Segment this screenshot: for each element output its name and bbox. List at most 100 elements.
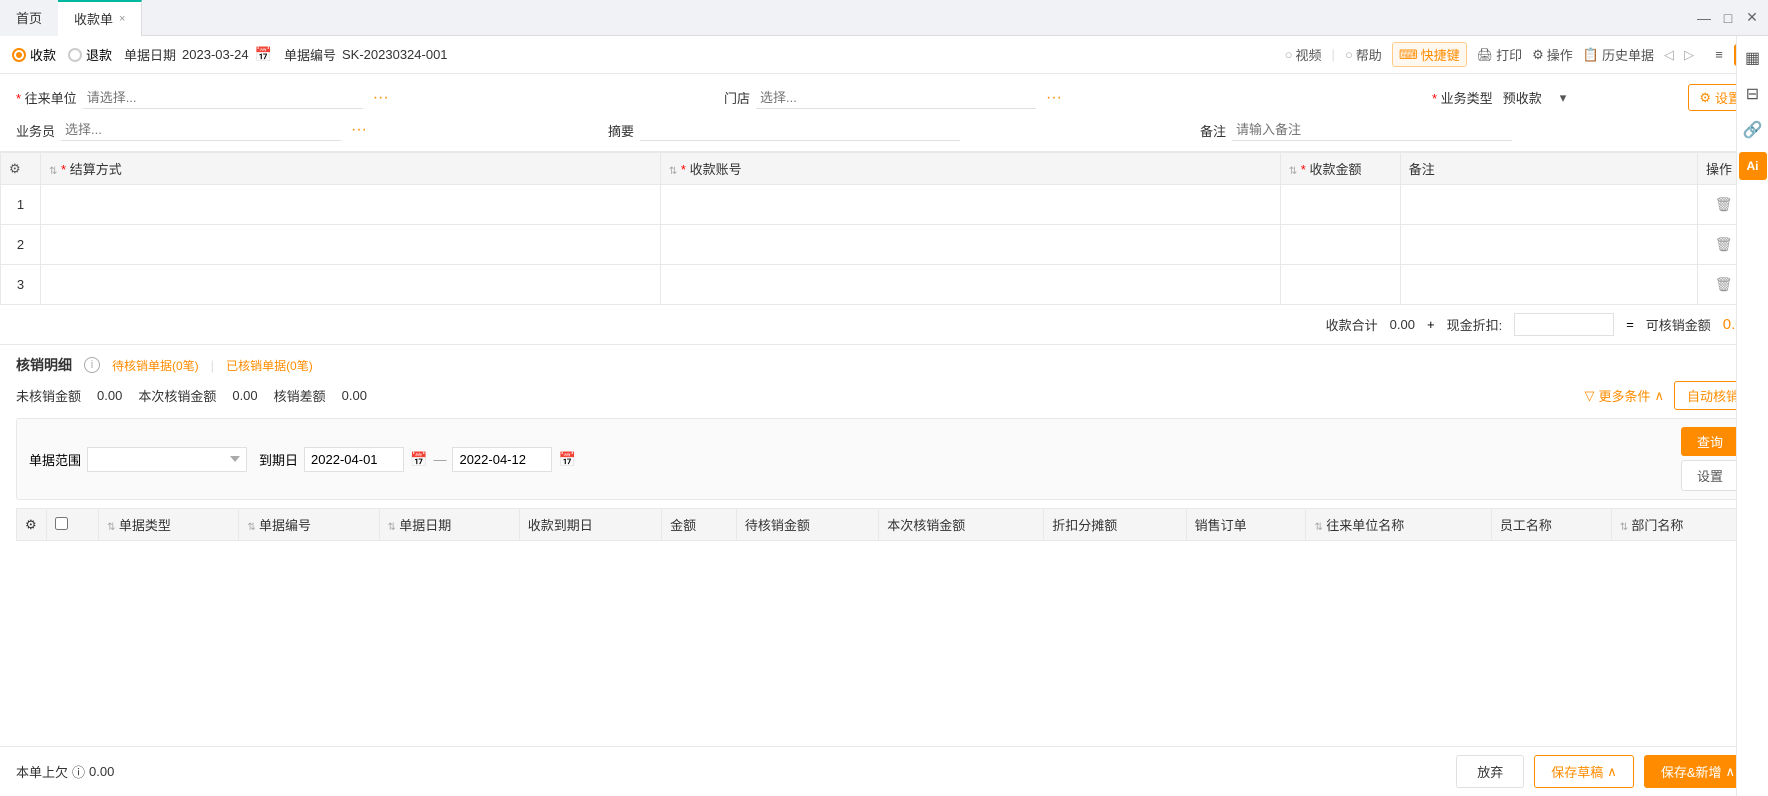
radio-receive[interactable]: 收款 bbox=[12, 45, 56, 64]
row-3-settle[interactable] bbox=[41, 265, 661, 305]
shortcut-label: 快捷键 bbox=[1421, 45, 1460, 64]
info-icon[interactable]: ⓘ bbox=[72, 762, 85, 781]
footer: 本单上欠 ⓘ 0.00 放弃 保存草稿 ∧ 保存&新增 ∧ bbox=[0, 746, 1768, 796]
more-conditions-btn[interactable]: ▽ 更多条件 ∧ bbox=[1584, 386, 1664, 405]
done-tab[interactable]: 已核销单据(0笔) bbox=[226, 357, 313, 374]
equals-sign: = bbox=[1626, 317, 1634, 332]
operation-btn[interactable]: ⚙ 操作 bbox=[1532, 45, 1573, 64]
filter-row: 单据范围 到期日 📅 — 📅 查询 设置 bbox=[16, 418, 1752, 500]
row-1-account[interactable] bbox=[660, 185, 1280, 225]
row-3-account[interactable] bbox=[660, 265, 1280, 305]
minimize-button[interactable]: — bbox=[1696, 10, 1712, 26]
date-from-icon[interactable]: 📅 bbox=[410, 451, 427, 468]
radio-refund[interactable]: 退款 bbox=[68, 45, 112, 64]
row-3-note[interactable] bbox=[1400, 265, 1697, 305]
sidebar-link-icon[interactable]: 🔗 bbox=[1739, 116, 1767, 144]
counterpart-more-btn[interactable]: ··· bbox=[369, 89, 393, 107]
date-to-icon[interactable]: 📅 bbox=[558, 451, 575, 468]
verify-header: 核销明细 i 待核销单据(0笔) | 已核销单据(0笔) bbox=[16, 355, 1752, 375]
radio-refund-dot bbox=[68, 48, 82, 62]
filter-settings-button[interactable]: 设置 bbox=[1681, 460, 1739, 491]
row-2-note[interactable] bbox=[1400, 225, 1697, 265]
filter-icon: ▽ bbox=[1584, 388, 1594, 404]
col-pending-amount: 待核销金额 bbox=[736, 509, 878, 541]
pending-tab[interactable]: 待核销单据(0笔) bbox=[112, 357, 199, 374]
table-row: 2 🗑 ⧉ bbox=[1, 225, 1768, 265]
radio-receive-dot bbox=[12, 48, 26, 62]
right-sidebar: ▦ ⊟ 🔗 Ai bbox=[1736, 36, 1768, 796]
query-button[interactable]: 查询 bbox=[1681, 427, 1739, 456]
save-new-chevron-icon: ∧ bbox=[1725, 764, 1735, 780]
video-btn[interactable]: ○ 视频 bbox=[1285, 45, 1322, 64]
discount-input[interactable] bbox=[1514, 313, 1614, 336]
row-3-amount[interactable] bbox=[1280, 265, 1400, 305]
sidebar-ai-icon[interactable]: Ai bbox=[1739, 152, 1767, 180]
staff-more-btn[interactable]: ··· bbox=[347, 121, 371, 139]
row-1-amount[interactable] bbox=[1280, 185, 1400, 225]
row-2-settle[interactable] bbox=[41, 225, 661, 265]
chevron-up-icon: ∧ bbox=[1654, 388, 1664, 404]
discard-button[interactable]: 放弃 bbox=[1456, 755, 1524, 788]
date-filter-label: 到期日 bbox=[259, 450, 298, 469]
radio-refund-label: 退款 bbox=[86, 45, 112, 64]
date-to-input[interactable] bbox=[452, 447, 552, 472]
history-btn[interactable]: 📋 历史单据 bbox=[1583, 45, 1654, 64]
list-view-btn[interactable]: ≡ bbox=[1708, 44, 1730, 66]
verify-info-icon[interactable]: i bbox=[84, 357, 100, 373]
col-counterpart-name: ⇅ 往来单位名称 bbox=[1306, 509, 1491, 541]
row-2-amount[interactable] bbox=[1280, 225, 1400, 265]
row-1-note[interactable] bbox=[1400, 185, 1697, 225]
verify-label: 可核销金额 bbox=[1646, 315, 1711, 334]
unverified-label: 未核销金额 bbox=[16, 386, 81, 405]
row-3-delete-btn[interactable]: 🗑 bbox=[1715, 276, 1733, 292]
range-select[interactable] bbox=[87, 447, 247, 472]
select-all-checkbox[interactable] bbox=[55, 517, 68, 530]
current-debt-value: 0.00 bbox=[89, 764, 114, 779]
checkbox-select-all[interactable] bbox=[47, 509, 99, 541]
maximize-button[interactable]: □ bbox=[1720, 10, 1736, 26]
col-doc-type: ⇅ 单据类型 bbox=[99, 509, 239, 541]
help-label: 帮助 bbox=[1356, 45, 1382, 64]
table2-settings-icon[interactable]: ⚙ bbox=[25, 517, 37, 532]
range-field: 单据范围 bbox=[29, 447, 247, 472]
print-btn[interactable]: 🖨 打印 bbox=[1477, 45, 1523, 64]
row-2-delete-btn[interactable]: 🗑 bbox=[1715, 236, 1733, 252]
row-1-delete-btn[interactable]: 🗑 bbox=[1715, 196, 1733, 212]
summary-input[interactable] bbox=[640, 119, 960, 141]
shortcut-btn[interactable]: ⌨ 快捷键 bbox=[1392, 42, 1467, 67]
store-more-btn[interactable]: ··· bbox=[1042, 89, 1066, 107]
verify-section: 核销明细 i 待核销单据(0笔) | 已核销单据(0笔) 未核销金额 0.00 … bbox=[0, 345, 1768, 746]
help-btn[interactable]: ○ 帮助 bbox=[1345, 45, 1382, 64]
home-label: 首页 bbox=[16, 8, 42, 27]
save-draft-button[interactable]: 保存草稿 ∧ bbox=[1534, 755, 1634, 788]
operation-icon: ⚙ bbox=[1532, 47, 1544, 63]
date-value: 2023-03-24 bbox=[182, 47, 249, 62]
note-label: 备注 bbox=[1200, 121, 1226, 140]
sidebar-list-icon[interactable]: ⊟ bbox=[1739, 80, 1767, 108]
next-btn[interactable]: ▷ bbox=[1684, 47, 1694, 63]
prev-btn[interactable]: ◁ bbox=[1664, 47, 1674, 63]
tab-close-icon[interactable]: × bbox=[119, 13, 125, 25]
current-tab-label: 收款单 bbox=[74, 9, 113, 28]
tab-home[interactable]: 首页 bbox=[0, 0, 58, 36]
close-window-button[interactable]: ✕ bbox=[1744, 10, 1760, 26]
number-field: 单据编号 SK-20230324-001 bbox=[284, 45, 448, 64]
store-input[interactable] bbox=[756, 87, 1036, 109]
date-label: 单据日期 bbox=[124, 45, 176, 64]
summary-row: 收款合计 0.00 + 现金折扣: = 可核销金额 0.00 bbox=[0, 305, 1768, 345]
draft-label: 保存草稿 bbox=[1551, 762, 1603, 781]
staff-input[interactable] bbox=[61, 119, 341, 141]
date-from-input[interactable] bbox=[304, 447, 404, 472]
calendar-icon[interactable]: 📅 bbox=[255, 46, 272, 63]
payment-table: ⚙ ⇅ * 结算方式 ⇅ * 收款账号 ⇅ * 收款 bbox=[0, 152, 1768, 305]
counterpart-label: 往来单位 bbox=[16, 88, 77, 107]
table-row: 3 🗑 ⧉ bbox=[1, 265, 1768, 305]
note-input[interactable] bbox=[1232, 119, 1512, 141]
table-settings-icon[interactable]: ⚙ bbox=[9, 161, 21, 176]
biz-type-dropdown[interactable]: ▾ bbox=[1556, 90, 1571, 106]
sidebar-table-icon[interactable]: ▦ bbox=[1739, 44, 1767, 72]
tab-current[interactable]: 收款单 × bbox=[58, 0, 142, 36]
row-2-account[interactable] bbox=[660, 225, 1280, 265]
row-1-settle[interactable] bbox=[41, 185, 661, 225]
counterpart-input[interactable] bbox=[83, 87, 363, 109]
